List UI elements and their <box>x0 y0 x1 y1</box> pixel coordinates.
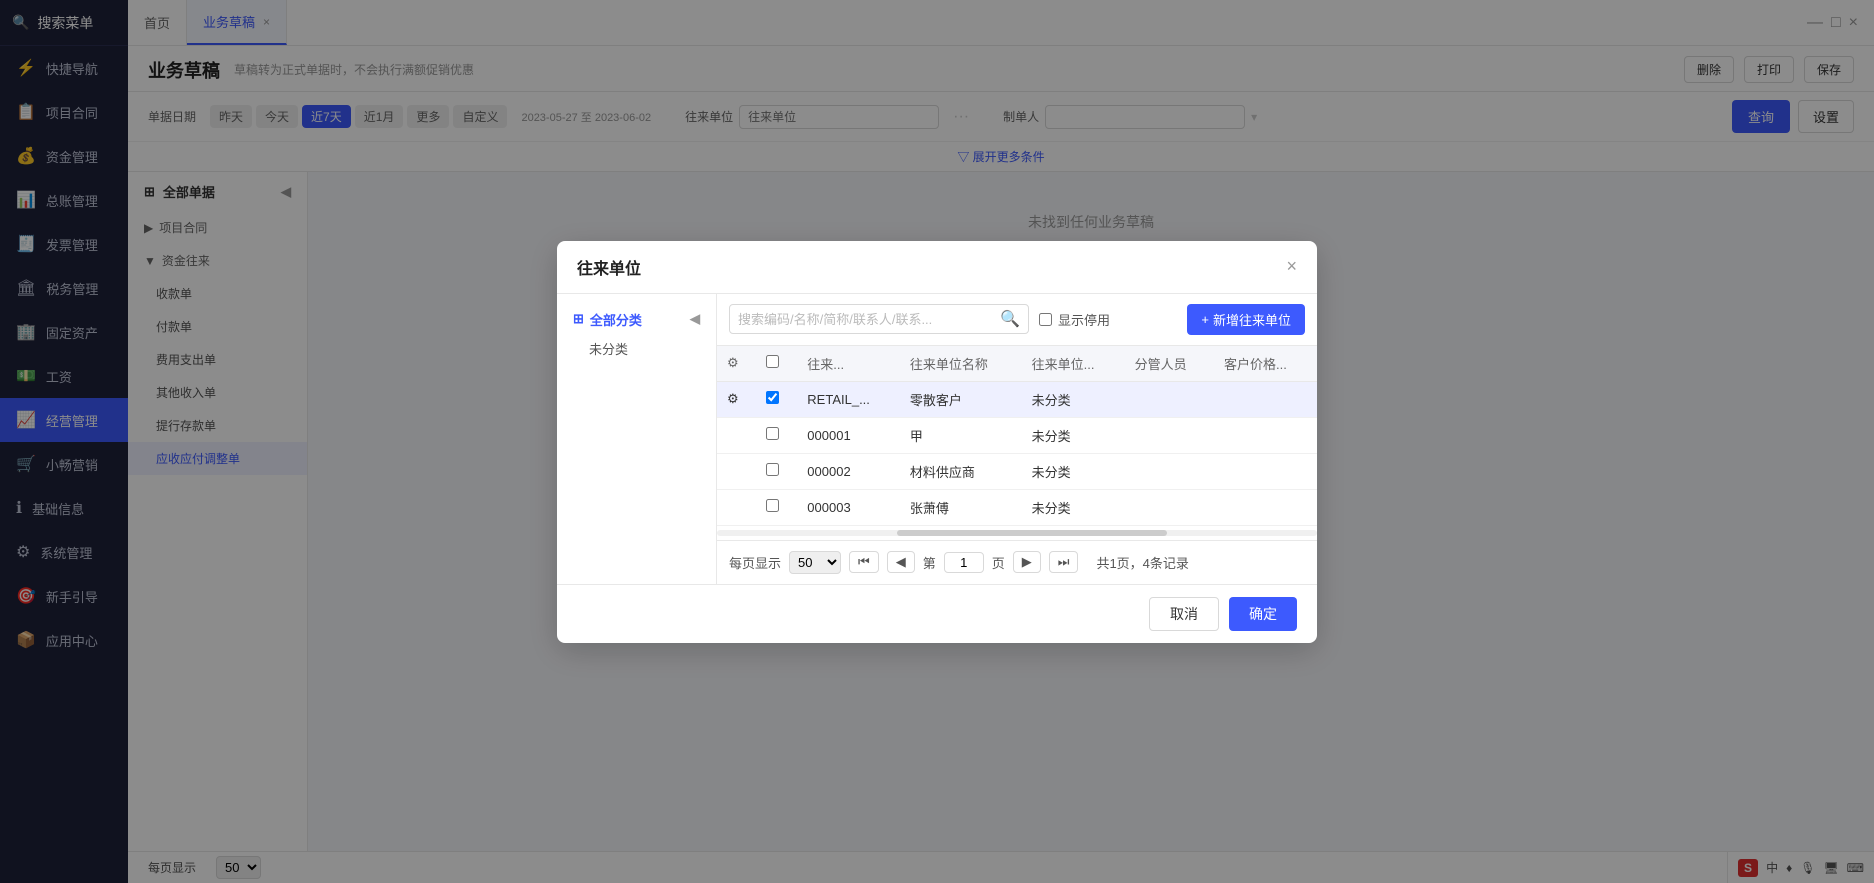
dialog-table-toolbar: 🔍 显示停用 + 新增往来单位 <box>717 294 1317 346</box>
select-all-checkbox[interactable] <box>766 355 779 368</box>
last-page-button[interactable]: ⏭ <box>1049 551 1079 573</box>
show-disabled-label[interactable]: 显示停用 <box>1039 310 1110 329</box>
col-settings-cell <box>717 489 756 525</box>
row-checkbox-3[interactable] <box>766 463 779 476</box>
row-checkbox-4[interactable] <box>766 499 779 512</box>
col-code-header: 往来... <box>797 346 900 382</box>
next-page-button[interactable]: ▶ <box>1013 551 1041 573</box>
col-code-cell: 000002 <box>797 453 900 489</box>
col-category-cell: 未分类 <box>1022 417 1125 453</box>
table-row[interactable]: 000001 甲 未分类 <box>717 417 1317 453</box>
col-settings: ⚙ <box>717 346 756 382</box>
add-icon: + <box>1201 312 1209 327</box>
add-partner-label: 新增往来单位 <box>1213 310 1291 329</box>
tree-root-label: 全部分类 <box>590 310 642 329</box>
col-category-cell: 未分类 <box>1022 381 1125 417</box>
tree-item-unclassified[interactable]: 未分类 <box>565 333 708 364</box>
confirm-button[interactable]: 确定 <box>1229 597 1297 631</box>
tree-item-label: 未分类 <box>589 342 628 357</box>
col-checkbox <box>756 346 797 382</box>
row-checkbox-2[interactable] <box>766 427 779 440</box>
col-checkbox-cell <box>756 489 797 525</box>
col-category-cell: 未分类 <box>1022 453 1125 489</box>
col-code-cell: 000001 <box>797 417 900 453</box>
tree-panel: ⊞ 全部分类 ◀ 未分类 <box>557 294 717 584</box>
col-manager-cell <box>1125 381 1214 417</box>
per-page-label: 每页显示 <box>729 553 781 572</box>
scrollbar-thumb[interactable] <box>897 530 1167 536</box>
row-checkbox-1[interactable] <box>766 391 779 404</box>
col-price-cell <box>1214 417 1317 453</box>
table-row[interactable]: 000003 张萧傅 未分类 <box>717 489 1317 525</box>
dialog-table-container: ⚙ 往来... 往来单位名称 往来单位... 分管人员 客户价格... <box>717 346 1317 526</box>
col-settings-cell <box>717 453 756 489</box>
total-label: 共1页，4条记录 <box>1096 553 1188 572</box>
col-checkbox-cell <box>756 417 797 453</box>
horizontal-scrollbar[interactable] <box>717 530 1317 536</box>
modal-overlay: 往来单位 × ⊞ 全部分类 ◀ 未分类 <box>0 0 1874 883</box>
partner-table-body: ⚙ RETAIL_... 零散客户 未分类 <box>717 381 1317 525</box>
col-checkbox-cell <box>756 381 797 417</box>
first-page-button[interactable]: ⏮ <box>849 551 879 573</box>
col-manager-header: 分管人员 <box>1125 346 1214 382</box>
add-partner-button[interactable]: + 新增往来单位 <box>1187 304 1305 335</box>
col-price-cell <box>1214 381 1317 417</box>
col-code-cell: RETAIL_... <box>797 381 900 417</box>
show-disabled-text: 显示停用 <box>1058 310 1110 329</box>
col-manager-cell <box>1125 489 1214 525</box>
dialog-title: 往来单位 <box>577 255 641 279</box>
page-no-label: 第 <box>923 553 936 572</box>
partner-table: ⚙ 往来... 往来单位名称 往来单位... 分管人员 客户价格... <box>717 346 1317 526</box>
table-header-row: ⚙ 往来... 往来单位名称 往来单位... 分管人员 客户价格... <box>717 346 1317 382</box>
col-name-cell: 张萧傅 <box>900 489 1022 525</box>
col-price-header: 客户价格... <box>1214 346 1317 382</box>
table-row[interactable]: 000002 材料供应商 未分类 <box>717 453 1317 489</box>
table-row[interactable]: ⚙ RETAIL_... 零散客户 未分类 <box>717 381 1317 417</box>
col-name-cell: 材料供应商 <box>900 453 1022 489</box>
tree-collapse-icon[interactable]: ◀ <box>690 311 700 327</box>
dialog-close-button[interactable]: × <box>1286 256 1297 277</box>
pagination: 每页显示 50 100 ⏮ ◀ 第 页 ▶ ⏭ 共1页，4条记录 <box>717 540 1317 584</box>
search-box: 🔍 <box>729 304 1029 334</box>
prev-page-button[interactable]: ◀ <box>887 551 915 573</box>
col-checkbox-cell <box>756 453 797 489</box>
grid-icon-2: ⊞ <box>573 311 584 327</box>
table-panel: 🔍 显示停用 + 新增往来单位 <box>717 294 1317 584</box>
col-settings-cell <box>717 417 756 453</box>
per-page-select[interactable]: 50 100 <box>789 551 841 574</box>
col-category-header: 往来单位... <box>1022 346 1125 382</box>
col-price-cell <box>1214 453 1317 489</box>
settings-icon: ⚙ <box>727 391 739 406</box>
search-icon-2: 🔍 <box>1000 309 1020 329</box>
page-word: 页 <box>992 553 1005 572</box>
col-settings-cell: ⚙ <box>717 381 756 417</box>
col-manager-cell <box>1125 453 1214 489</box>
search-input[interactable] <box>738 312 994 327</box>
dialog-body: ⊞ 全部分类 ◀ 未分类 🔍 显示停用 <box>557 294 1317 584</box>
dialog-header: 往来单位 × <box>557 241 1317 294</box>
col-name-header: 往来单位名称 <box>900 346 1022 382</box>
col-name-cell: 零散客户 <box>900 381 1022 417</box>
page-number-input[interactable] <box>944 552 984 573</box>
dialog-footer: 取消 确定 <box>557 584 1317 643</box>
tree-root[interactable]: ⊞ 全部分类 ◀ <box>565 306 708 333</box>
col-code-cell: 000003 <box>797 489 900 525</box>
col-price-cell <box>1214 489 1317 525</box>
show-disabled-checkbox[interactable] <box>1039 313 1052 326</box>
col-name-cell: 甲 <box>900 417 1022 453</box>
cancel-button[interactable]: 取消 <box>1149 597 1219 631</box>
partner-dialog: 往来单位 × ⊞ 全部分类 ◀ 未分类 <box>557 241 1317 643</box>
col-manager-cell <box>1125 417 1214 453</box>
col-category-cell: 未分类 <box>1022 489 1125 525</box>
